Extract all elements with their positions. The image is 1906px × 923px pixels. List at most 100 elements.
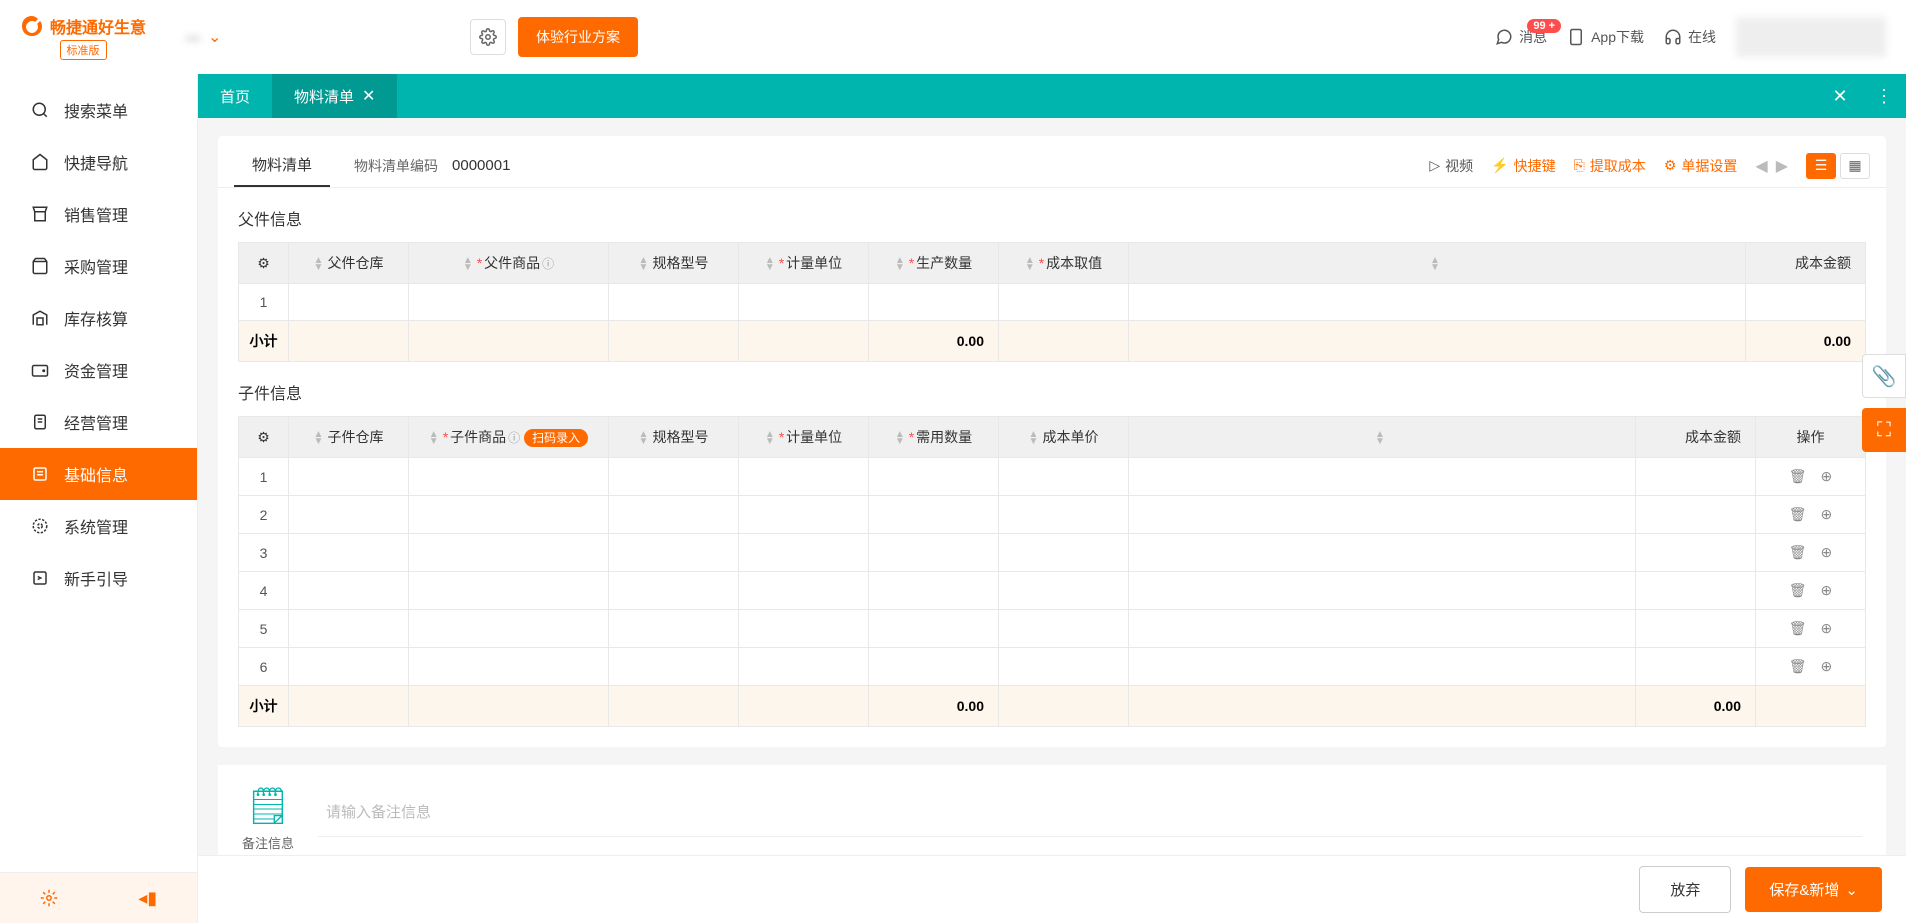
discard-button[interactable]: 放弃 [1639, 866, 1731, 913]
cell[interactable] [869, 572, 999, 610]
sidebar-settings-button[interactable] [0, 873, 99, 923]
cell[interactable] [409, 496, 609, 534]
cell[interactable] [1129, 496, 1636, 534]
sidebar-item-bag[interactable]: 采购管理 [0, 240, 197, 292]
col-parent-cost-mode[interactable]: ▲▼*成本取值 [999, 243, 1129, 284]
cell[interactable] [999, 648, 1129, 686]
fullscreen-button[interactable]: ⛶ [1862, 408, 1906, 452]
cell[interactable] [289, 496, 409, 534]
cell[interactable] [999, 610, 1129, 648]
cell[interactable] [869, 534, 999, 572]
cell[interactable] [409, 648, 609, 686]
delete-row-button[interactable]: 🗑 [1789, 468, 1807, 485]
extract-cost-link[interactable]: ⎘提取成本 [1574, 156, 1646, 176]
sidebar-item-list[interactable]: 基础信息 [0, 448, 197, 500]
cell[interactable] [999, 458, 1129, 496]
user-avatar[interactable] [1736, 17, 1886, 57]
video-link[interactable]: ▷视频 [1429, 156, 1473, 176]
col-gear[interactable]: ⚙ [239, 417, 289, 458]
cell[interactable] [289, 648, 409, 686]
col-parent-blank[interactable]: ▲▼ [1129, 243, 1746, 284]
cell[interactable] [609, 610, 739, 648]
cell[interactable] [1636, 648, 1756, 686]
attachment-button[interactable]: 📎 [1862, 354, 1906, 398]
delete-row-button[interactable]: 🗑 [1789, 544, 1807, 561]
tab-1[interactable]: 物料清单✕ [272, 74, 397, 118]
add-row-button[interactable]: ⊕ [1821, 544, 1833, 561]
company-selector[interactable]: — ⌄ [178, 23, 458, 51]
cell[interactable] [999, 496, 1129, 534]
view-grid-button[interactable]: ▦ [1840, 153, 1870, 179]
cell[interactable] [1636, 496, 1756, 534]
view-list-button[interactable]: ☰ [1806, 153, 1836, 179]
add-row-button[interactable]: ⊕ [1821, 506, 1833, 523]
col-parent-warehouse[interactable]: ▲▼父件仓库 [289, 243, 409, 284]
cell[interactable] [1129, 284, 1746, 321]
cell[interactable] [609, 534, 739, 572]
cell[interactable] [739, 458, 869, 496]
cell[interactable] [1129, 534, 1636, 572]
cell[interactable] [289, 284, 409, 321]
cell[interactable] [289, 572, 409, 610]
cell[interactable] [409, 610, 609, 648]
sidebar-item-store[interactable]: 销售管理 [0, 188, 197, 240]
col-child-product[interactable]: ▲▼*子件商品ⓘ扫码录入 [409, 417, 609, 458]
col-child-cost-amount[interactable]: 成本金额 [1636, 417, 1756, 458]
col-child-unit[interactable]: ▲▼*计量单位 [739, 417, 869, 458]
card-tab-bom[interactable]: 物料清单 [234, 144, 330, 187]
sidebar-item-guide[interactable]: 新手引导 [0, 552, 197, 604]
col-gear[interactable]: ⚙ [239, 243, 289, 284]
cell[interactable] [609, 284, 739, 321]
delete-row-button[interactable]: 🗑 [1789, 620, 1807, 637]
cell[interactable] [999, 534, 1129, 572]
col-child-spec[interactable]: ▲▼规格型号 [609, 417, 739, 458]
sidebar-collapse-button[interactable]: ◂▮ [99, 873, 198, 923]
cell[interactable] [289, 610, 409, 648]
cell[interactable] [1129, 648, 1636, 686]
cell[interactable] [609, 648, 739, 686]
shortcut-link[interactable]: ⚡快捷键 [1491, 156, 1555, 176]
save-and-new-button[interactable]: 保存&新增 ⌄ [1745, 867, 1882, 912]
prev-record-button[interactable]: ◀ [1755, 156, 1767, 176]
col-child-warehouse[interactable]: ▲▼子件仓库 [289, 417, 409, 458]
cell[interactable] [739, 284, 869, 321]
add-row-button[interactable]: ⊕ [1821, 582, 1833, 599]
delete-row-button[interactable]: 🗑 [1789, 506, 1807, 523]
tab-close-icon[interactable]: ✕ [362, 86, 375, 106]
cell[interactable] [739, 648, 869, 686]
promo-button[interactable]: 体验行业方案 [518, 17, 638, 57]
cell[interactable] [409, 458, 609, 496]
header-settings-button[interactable] [470, 19, 506, 55]
col-parent-product[interactable]: ▲▼*父件商品ⓘ [409, 243, 609, 284]
cell[interactable] [1636, 572, 1756, 610]
col-parent-qty[interactable]: ▲▼*生产数量 [869, 243, 999, 284]
cell[interactable] [1636, 534, 1756, 572]
cell[interactable] [869, 648, 999, 686]
col-child-qty[interactable]: ▲▼*需用数量 [869, 417, 999, 458]
remark-input[interactable] [318, 785, 1862, 837]
delete-row-button[interactable]: 🗑 [1789, 582, 1807, 599]
bill-settings-link[interactable]: ⚙单据设置 [1664, 156, 1738, 176]
cell[interactable] [999, 572, 1129, 610]
cell[interactable] [739, 610, 869, 648]
cell[interactable] [1636, 458, 1756, 496]
col-child-blank[interactable]: ▲▼ [1129, 417, 1636, 458]
sidebar-item-wallet[interactable]: 资金管理 [0, 344, 197, 396]
cell[interactable] [609, 458, 739, 496]
cell[interactable] [869, 496, 999, 534]
add-row-button[interactable]: ⊕ [1821, 620, 1833, 637]
cell[interactable] [1636, 610, 1756, 648]
cell[interactable] [869, 284, 999, 321]
cell[interactable] [289, 458, 409, 496]
sidebar-item-home[interactable]: 快捷导航 [0, 136, 197, 188]
messages-link[interactable]: 消息 99 + [1495, 27, 1547, 47]
cell[interactable] [739, 496, 869, 534]
cell[interactable] [609, 572, 739, 610]
cell[interactable] [869, 458, 999, 496]
next-record-button[interactable]: ▶ [1776, 156, 1788, 176]
cell[interactable] [999, 284, 1129, 321]
cell[interactable] [409, 572, 609, 610]
col-parent-unit[interactable]: ▲▼*计量单位 [739, 243, 869, 284]
add-row-button[interactable]: ⊕ [1821, 658, 1833, 675]
cell[interactable] [739, 572, 869, 610]
